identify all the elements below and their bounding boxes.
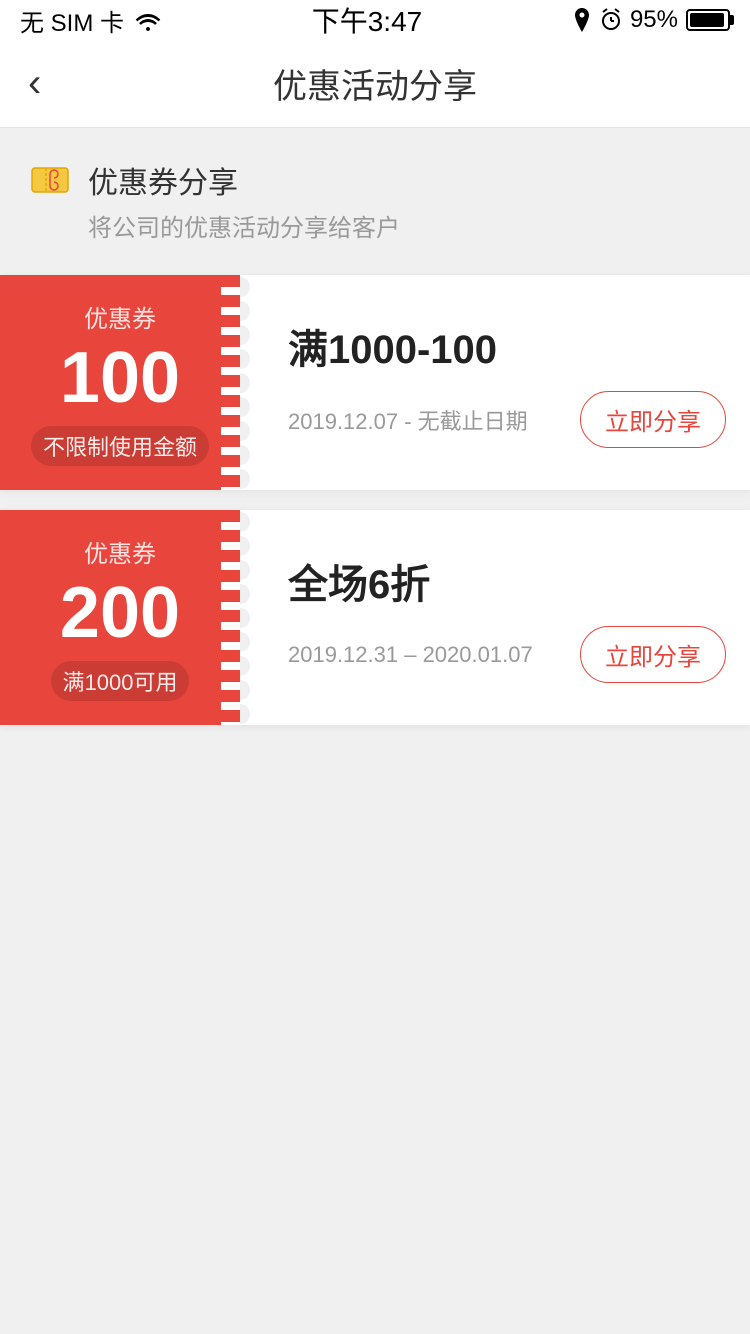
status-left: 无 SIM 卡	[20, 3, 162, 38]
sim-text: 无 SIM 卡	[20, 3, 124, 38]
status-time: 下午3:47	[312, 0, 423, 40]
coupon-right-2: 全场6折 2019.12.31 – 2020.01.07 立即分享	[264, 510, 750, 725]
coupon-date-2: 2019.12.31 – 2020.01.07	[288, 642, 568, 668]
coupon-amount-2: 200	[60, 577, 180, 649]
coupon-name-1: 满1000-100	[288, 317, 726, 375]
coupon-label-1: 优惠券	[84, 299, 156, 334]
status-right: 95%	[572, 6, 730, 34]
coupon-date-1: 2019.12.07 - 无截止日期	[288, 404, 568, 436]
coupon-condition-2: 满1000可用	[51, 661, 190, 701]
coupon-section-icon	[28, 158, 72, 202]
coupon-list: 优惠券 100 不限制使用金额 满1000-100 2019.12.07 - 无…	[0, 259, 750, 761]
coupon-left-1: 优惠券 100 不限制使用金额	[0, 275, 240, 490]
battery-percent: 95%	[630, 6, 678, 34]
section-subtitle: 将公司的优惠活动分享给客户	[88, 208, 400, 243]
status-bar: 无 SIM 卡 下午3:47 95%	[0, 0, 750, 40]
coupon-meta-2: 2019.12.31 – 2020.01.07 立即分享	[288, 626, 726, 683]
coupon-card-1: 优惠券 100 不限制使用金额 满1000-100 2019.12.07 - 无…	[0, 275, 750, 490]
wifi-icon	[134, 9, 162, 31]
battery-icon	[686, 9, 730, 31]
nav-bar: ‹ 优惠活动分享	[0, 40, 750, 128]
coupon-name-2: 全场6折	[288, 552, 726, 610]
coupon-amount-1: 100	[60, 342, 180, 414]
coupon-condition-1: 不限制使用金额	[31, 426, 209, 466]
coupon-connector-1	[240, 275, 264, 490]
nav-title: 优惠活动分享	[273, 59, 477, 108]
coupon-left-2: 优惠券 200 满1000可用	[0, 510, 240, 725]
coupon-connector-2	[240, 510, 264, 725]
back-button[interactable]: ‹	[28, 61, 41, 106]
coupon-meta-1: 2019.12.07 - 无截止日期 立即分享	[288, 391, 726, 448]
coupon-right-1: 满1000-100 2019.12.07 - 无截止日期 立即分享	[264, 275, 750, 490]
empty-space	[0, 761, 750, 1261]
section-title: 优惠券分享	[88, 158, 400, 202]
share-button-1[interactable]: 立即分享	[580, 391, 726, 448]
section-header: 优惠券分享 将公司的优惠活动分享给客户	[0, 128, 750, 259]
coupon-card-2: 优惠券 200 满1000可用 全场6折 2019.12.31 – 2020.0…	[0, 510, 750, 725]
coupon-label-2: 优惠券	[84, 534, 156, 569]
location-icon	[572, 8, 592, 32]
share-button-2[interactable]: 立即分享	[580, 626, 726, 683]
alarm-icon	[600, 8, 622, 32]
section-text-block: 优惠券分享 将公司的优惠活动分享给客户	[88, 158, 400, 243]
